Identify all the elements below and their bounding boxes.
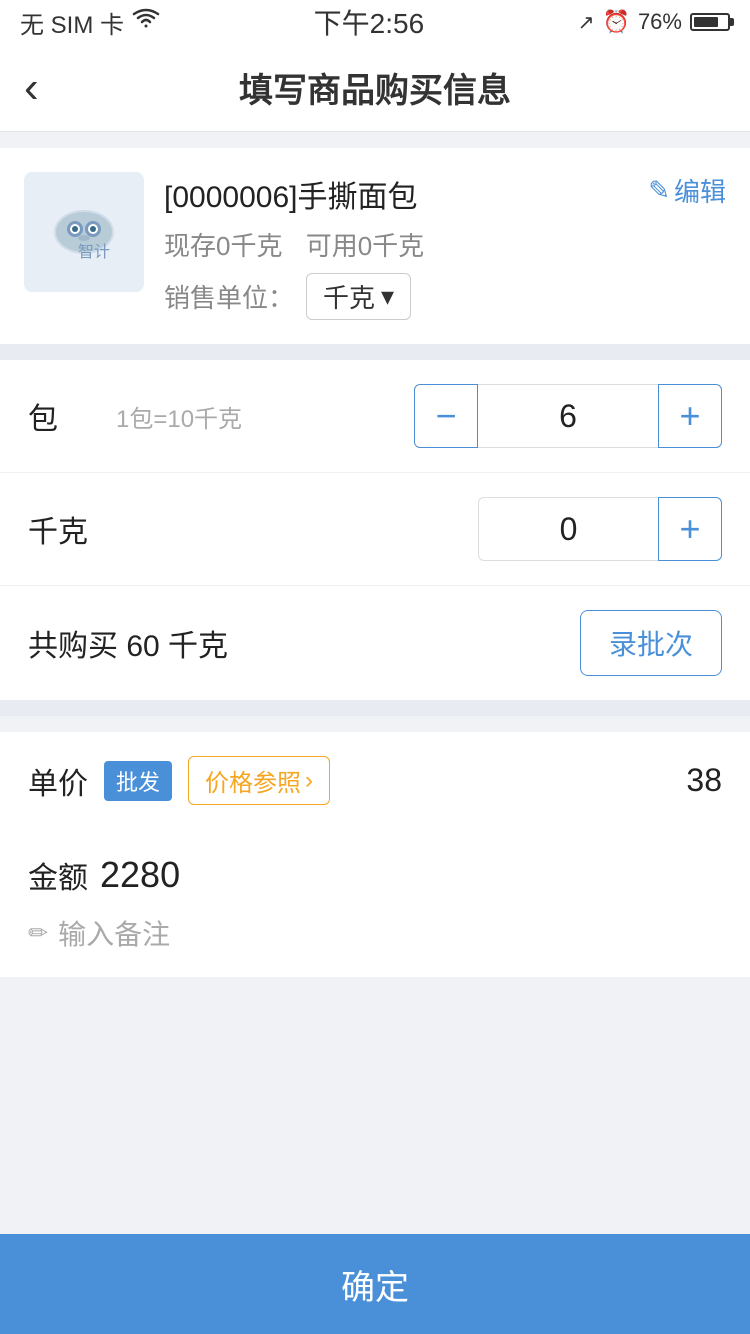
battery-icon — [690, 13, 730, 31]
product-info: [0000006]手撕面包 现存0千克 可用0千克 销售单位： 千克 ▾ — [164, 172, 726, 320]
product-unit-row: 销售单位： 千克 ▾ — [164, 273, 726, 320]
price-value: 38 — [686, 762, 722, 799]
total-label: 共购买 60 千克 — [28, 621, 228, 665]
carrier-label: 无 SIM 卡 — [20, 5, 124, 40]
bag-quantity-row: 包 1包=10千克 − + — [0, 360, 750, 473]
status-bar: 无 SIM 卡 下午2:56 ↗ ⏰ 76% — [0, 0, 750, 44]
chevron-down-icon: ▾ — [381, 281, 394, 312]
amount-label: 金额 — [28, 853, 88, 897]
wifi-signal-icon — [132, 8, 160, 37]
wholesale-tag: 批发 — [104, 761, 172, 801]
svg-text:智计: 智计 — [78, 243, 110, 261]
price-row: 单价 批发 价格参照 › 38 — [0, 732, 750, 829]
unit-select[interactable]: 千克 ▾ — [306, 273, 411, 320]
record-batch-button[interactable]: 录批次 — [580, 610, 722, 676]
price-reference-button[interactable]: 价格参照 › — [188, 756, 330, 805]
nav-bar: ‹ 填写商品购买信息 — [0, 44, 750, 132]
separator-2 — [0, 700, 750, 716]
total-row: 共购买 60 千克 录批次 — [0, 586, 750, 700]
bag-quantity-input[interactable] — [478, 384, 658, 448]
separator-1 — [0, 344, 750, 360]
product-card: 智计 [0000006]手撕面包 现存0千克 可用0千克 销售单位： 千克 ▾ … — [0, 148, 750, 344]
product-image: 智计 — [24, 172, 144, 292]
edit-button[interactable]: ✎ 编辑 — [648, 172, 726, 209]
chevron-right-icon: › — [305, 767, 313, 795]
price-label: 单价 — [28, 759, 88, 803]
quantity-section: 包 1包=10千克 − + 千克 + — [0, 360, 750, 586]
amount-section: 金额 2280 ✏ 输入备注 — [0, 829, 750, 977]
product-stock: 现存0千克 可用0千克 — [164, 226, 726, 263]
kg-label: 千克 — [28, 507, 108, 551]
kg-plus-button[interactable]: + — [658, 497, 722, 561]
status-time: 下午2:56 — [314, 2, 425, 42]
edit-icon: ✎ — [648, 175, 670, 206]
location-icon: ↗ — [578, 10, 595, 35]
status-left: 无 SIM 卡 — [20, 5, 160, 40]
pencil-icon: ✏ — [28, 919, 48, 948]
price-section: 单价 批发 价格参照 › 38 — [0, 732, 750, 829]
kg-quantity-input[interactable] — [478, 497, 658, 561]
bag-plus-button[interactable]: + — [658, 384, 722, 448]
status-right: ↗ ⏰ 76% — [578, 9, 730, 35]
alarm-icon: ⏰ — [603, 9, 630, 35]
back-button[interactable]: ‹ — [24, 63, 39, 113]
bag-quantity-controls: − + — [414, 384, 722, 448]
amount-row: 金额 2280 — [28, 853, 722, 897]
remark-placeholder: 输入备注 — [58, 913, 170, 953]
product-logo-icon: 智计 — [49, 202, 119, 262]
kg-quantity-controls: + — [478, 497, 722, 561]
bag-hint: 1包=10千克 — [116, 399, 414, 434]
confirm-button[interactable]: 确定 — [0, 1234, 750, 1334]
bag-minus-button[interactable]: − — [414, 384, 478, 448]
amount-value: 2280 — [100, 854, 180, 896]
bag-label: 包 — [28, 394, 108, 438]
product-name: [0000006]手撕面包 — [164, 172, 726, 216]
battery-percent: 76% — [638, 9, 682, 35]
kg-quantity-row: 千克 + — [0, 473, 750, 586]
page-title: 填写商品购买信息 — [239, 63, 511, 112]
remark-row[interactable]: ✏ 输入备注 — [28, 913, 722, 953]
